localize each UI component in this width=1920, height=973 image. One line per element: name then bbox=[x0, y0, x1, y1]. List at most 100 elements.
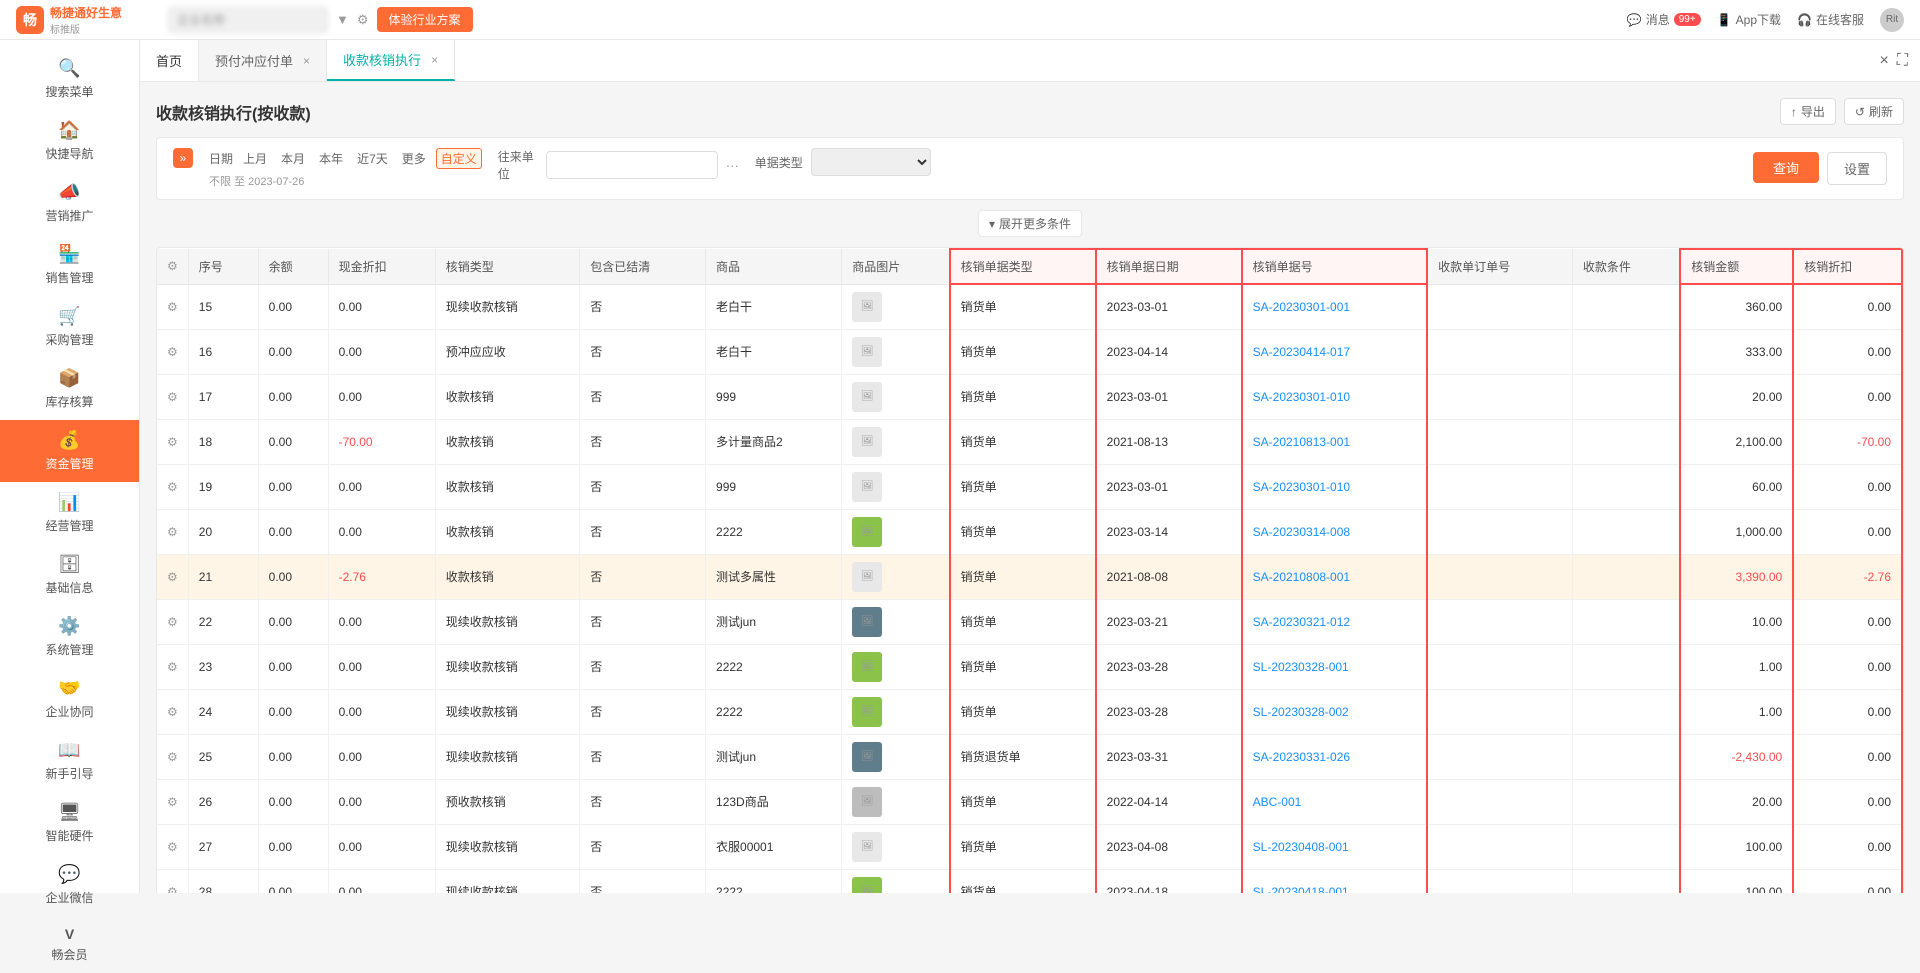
row-cash-discount: 0.00 bbox=[328, 644, 435, 689]
source-unit-dots[interactable]: ··· bbox=[726, 158, 739, 173]
user-profile[interactable]: Rit bbox=[1880, 8, 1904, 32]
tab-prepay-label: 预付冲应付单 bbox=[215, 51, 293, 70]
sidebar-label-finance: 资金管理 bbox=[45, 455, 93, 472]
dropdown-icon[interactable]: ▼ bbox=[336, 12, 349, 27]
row-include-settled: 否 bbox=[580, 284, 706, 329]
settings-button[interactable]: 设置 bbox=[1827, 152, 1887, 185]
sidebar-item-hardware[interactable]: 🖥 智能硬件 bbox=[0, 792, 139, 854]
sidebar-item-finance[interactable]: 💰 资金管理 bbox=[0, 420, 139, 482]
row-gear[interactable]: ⚙ bbox=[157, 644, 188, 689]
row-writeoff-voucher-type: 销货单 bbox=[950, 599, 1096, 644]
row-product-img: 🖼 bbox=[842, 734, 950, 779]
sidebar-label-search: 搜索菜单 bbox=[45, 83, 93, 100]
row-gear[interactable]: ⚙ bbox=[157, 599, 188, 644]
row-gear[interactable]: ⚙ bbox=[157, 374, 188, 419]
date-btn-more[interactable]: 更多 bbox=[398, 148, 430, 169]
product-image: 🖼 bbox=[852, 787, 882, 817]
sidebar-item-member[interactable]: V 畅会员 bbox=[0, 916, 139, 973]
row-gear[interactable]: ⚙ bbox=[157, 464, 188, 509]
filter-right: 查询 设置 bbox=[1753, 152, 1887, 185]
row-gear[interactable]: ⚙ bbox=[157, 689, 188, 734]
writeoff-no-link[interactable]: ABC-001 bbox=[1253, 795, 1302, 809]
tab-close-button[interactable]: × bbox=[1879, 52, 1888, 70]
sidebar-item-system[interactable]: ⚙️ 系统管理 bbox=[0, 606, 139, 668]
industry-solution-button[interactable]: 体验行业方案 bbox=[377, 7, 473, 32]
row-include-settled: 否 bbox=[580, 374, 706, 419]
product-image: 🖼 bbox=[852, 832, 882, 862]
tab-home[interactable]: 首页 bbox=[140, 40, 199, 81]
row-gear[interactable]: ⚙ bbox=[157, 554, 188, 599]
sidebar-item-business[interactable]: 📊 经营管理 bbox=[0, 482, 139, 544]
sidebar-item-inventory[interactable]: 📦 库存核算 bbox=[0, 358, 139, 420]
writeoff-no-link[interactable]: SA-20230331-026 bbox=[1253, 750, 1350, 764]
row-receipt-condition bbox=[1572, 734, 1680, 779]
th-gear[interactable]: ⚙ bbox=[157, 249, 188, 284]
writeoff-no-link[interactable]: SA-20230321-012 bbox=[1253, 615, 1350, 629]
tab-prepay[interactable]: 预付冲应付单 × bbox=[199, 40, 327, 81]
row-writeoff-type: 现续收款核销 bbox=[435, 734, 579, 779]
date-btn-this-year[interactable]: 本年 bbox=[315, 148, 347, 169]
sidebar-item-guide[interactable]: 📖 新手引导 bbox=[0, 730, 139, 792]
writeoff-no-link[interactable]: SA-20230414-017 bbox=[1253, 345, 1350, 359]
tab-receipt[interactable]: 收款核销执行 × bbox=[327, 40, 455, 81]
row-include-settled: 否 bbox=[580, 554, 706, 599]
row-receipt-order-no bbox=[1427, 419, 1572, 464]
writeoff-no-link[interactable]: SA-20230301-010 bbox=[1253, 480, 1350, 494]
sidebar-item-purchase[interactable]: 🛒 采购管理 bbox=[0, 296, 139, 358]
row-gear[interactable]: ⚙ bbox=[157, 734, 188, 779]
filter-expand-button[interactable]: » bbox=[173, 148, 193, 168]
source-unit-input[interactable] bbox=[546, 151, 718, 179]
messages-button[interactable]: 💬 消息 99+ bbox=[1627, 11, 1701, 28]
voucher-type-select[interactable] bbox=[811, 148, 931, 176]
row-gear[interactable]: ⚙ bbox=[157, 824, 188, 869]
writeoff-no-link[interactable]: SA-20210808-001 bbox=[1253, 570, 1350, 584]
sidebar-label-system: 系统管理 bbox=[45, 641, 93, 658]
message-icon: 💬 bbox=[1627, 13, 1642, 27]
date-btn-last-month[interactable]: 上月 bbox=[239, 148, 271, 169]
basic-icon: 🗄 bbox=[58, 554, 81, 575]
sidebar-item-sales[interactable]: 🏪 销售管理 bbox=[0, 234, 139, 296]
sidebar-item-basic[interactable]: 🗄 基础信息 bbox=[0, 544, 139, 606]
date-btn-7days[interactable]: 近7天 bbox=[353, 148, 392, 169]
writeoff-no-link[interactable]: SA-20230301-001 bbox=[1253, 300, 1350, 314]
app-download-button[interactable]: 📱 App下载 bbox=[1717, 11, 1781, 28]
product-image: 🖼 bbox=[852, 472, 882, 502]
writeoff-no-link[interactable]: SL-20230418-001 bbox=[1253, 885, 1349, 894]
writeoff-no-link[interactable]: SL-20230328-001 bbox=[1253, 660, 1349, 674]
writeoff-no-link[interactable]: SL-20230408-001 bbox=[1253, 840, 1349, 854]
row-gear[interactable]: ⚙ bbox=[157, 329, 188, 374]
avatar: Rit bbox=[1880, 8, 1904, 32]
export-button[interactable]: ↑ 导出 bbox=[1780, 98, 1836, 125]
row-gear[interactable]: ⚙ bbox=[157, 419, 188, 464]
online-service-button[interactable]: 🎧 在线客服 bbox=[1797, 11, 1864, 28]
writeoff-no-link[interactable]: SA-20210813-001 bbox=[1253, 435, 1350, 449]
row-writeoff-type: 现续收款核销 bbox=[435, 644, 579, 689]
row-gear[interactable]: ⚙ bbox=[157, 869, 188, 893]
row-cash-discount: 0.00 bbox=[328, 824, 435, 869]
row-writeoff-amount: 1.00 bbox=[1680, 689, 1793, 734]
sidebar-item-wechat[interactable]: 💬 企业微信 bbox=[0, 854, 139, 916]
sidebar-item-enterprise[interactable]: 🤝 企业协同 bbox=[0, 668, 139, 730]
tab-receipt-close[interactable]: × bbox=[431, 53, 438, 67]
settings-gear-icon[interactable]: ⚙ bbox=[357, 12, 369, 28]
tab-maximize-button[interactable]: ⛶ bbox=[1897, 52, 1908, 70]
company-search-input[interactable] bbox=[168, 7, 328, 33]
row-gear[interactable]: ⚙ bbox=[157, 284, 188, 329]
expand-more-button[interactable]: ▾ 展开更多条件 bbox=[978, 210, 1082, 237]
writeoff-no-link[interactable]: SL-20230328-002 bbox=[1253, 705, 1349, 719]
row-gear[interactable]: ⚙ bbox=[157, 509, 188, 554]
query-button[interactable]: 查询 bbox=[1753, 152, 1819, 183]
row-receipt-condition bbox=[1572, 284, 1680, 329]
writeoff-no-link[interactable]: SA-20230301-010 bbox=[1253, 390, 1350, 404]
tab-prepay-close[interactable]: × bbox=[303, 54, 310, 68]
row-writeoff-type: 收款核销 bbox=[435, 374, 579, 419]
row-gear[interactable]: ⚙ bbox=[157, 779, 188, 824]
sidebar-label-wechat: 企业微信 bbox=[45, 889, 93, 906]
date-btn-this-month[interactable]: 本月 bbox=[277, 148, 309, 169]
refresh-button[interactable]: ↺ 刷新 bbox=[1844, 98, 1904, 125]
sidebar-item-marketing[interactable]: 📣 营销推广 bbox=[0, 172, 139, 234]
sidebar-item-quick-nav[interactable]: 🏠 快捷导航 bbox=[0, 110, 139, 172]
sidebar-item-search[interactable]: 🔍 搜索菜单 bbox=[0, 48, 139, 110]
date-btn-custom[interactable]: 自定义 bbox=[436, 148, 482, 169]
writeoff-no-link[interactable]: SA-20230314-008 bbox=[1253, 525, 1350, 539]
